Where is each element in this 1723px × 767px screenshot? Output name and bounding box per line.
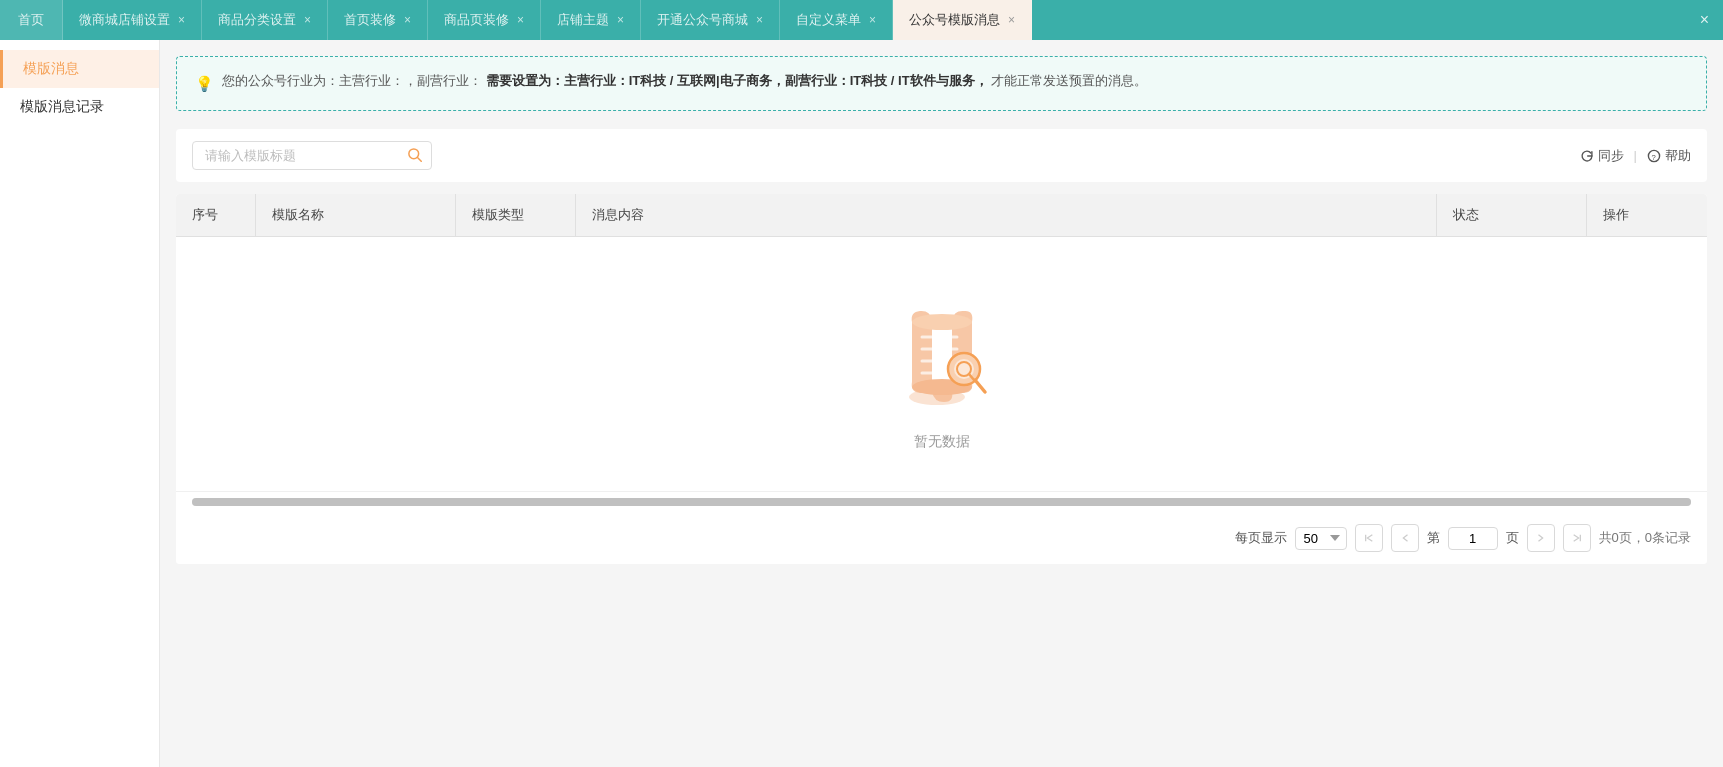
sync-button[interactable]: 同步 bbox=[1580, 147, 1624, 165]
search-actions-bar: 同步 | ? 帮助 bbox=[176, 129, 1707, 182]
sync-icon bbox=[1580, 149, 1594, 163]
tab-close-homepage-decor[interactable]: × bbox=[404, 13, 411, 27]
help-icon: ? bbox=[1647, 149, 1661, 163]
tab-close-category-settings[interactable]: × bbox=[304, 13, 311, 27]
search-icon[interactable] bbox=[407, 147, 422, 165]
svg-point-5 bbox=[912, 314, 972, 330]
scrollbar-thumb bbox=[192, 498, 1691, 506]
data-table: 序号 模版名称 模版类型 消息内容 状态 操作 bbox=[176, 194, 1707, 564]
tab-bar: 首页 微商城店铺设置 × 商品分类设置 × 首页装修 × 商品页装修 × 店铺主… bbox=[0, 0, 1723, 40]
tab-close-open-wechat-shop[interactable]: × bbox=[756, 13, 763, 27]
tab-close-template-msg[interactable]: × bbox=[1008, 13, 1015, 27]
notice-suffix: 才能正常发送预置的消息。 bbox=[991, 73, 1147, 88]
content-area: 💡 您的公众号行业为：主营行业：，副营行业： 需要设置为：主营行业：IT科技 /… bbox=[160, 40, 1723, 767]
page-size-label: 每页显示 bbox=[1235, 529, 1287, 547]
tab-close-shop-settings[interactable]: × bbox=[178, 13, 185, 27]
tab-bar-close-all[interactable]: × bbox=[1686, 0, 1723, 40]
tab-home[interactable]: 首页 bbox=[0, 0, 63, 40]
search-input[interactable] bbox=[192, 141, 432, 170]
svg-line-13 bbox=[975, 380, 985, 392]
tab-shop-settings[interactable]: 微商城店铺设置 × bbox=[63, 0, 202, 40]
notice-highlight: 需要设置为：主营行业：IT科技 / 互联网|电子商务，副营行业：IT科技 / I… bbox=[486, 73, 988, 88]
table-header: 序号 模版名称 模版类型 消息内容 状态 操作 bbox=[176, 194, 1707, 237]
help-label: 帮助 bbox=[1665, 147, 1691, 165]
help-button[interactable]: ? 帮助 bbox=[1647, 147, 1691, 165]
tab-product-decor[interactable]: 商品页装修 × bbox=[428, 0, 541, 40]
empty-state: 暂无数据 bbox=[176, 237, 1707, 491]
notice-icon: 💡 bbox=[195, 72, 214, 96]
page-size-select[interactable]: 10 20 50 100 bbox=[1295, 527, 1347, 550]
page-unit: 页 bbox=[1506, 529, 1519, 547]
tab-homepage-decor[interactable]: 首页装修 × bbox=[328, 0, 428, 40]
page-size-select-wrap: 10 20 50 100 bbox=[1295, 527, 1347, 550]
scrollbar-track bbox=[192, 498, 1691, 506]
svg-text:?: ? bbox=[1652, 152, 1656, 161]
page-last-button[interactable] bbox=[1563, 524, 1591, 552]
sidebar: 模版消息 模版消息记录 bbox=[0, 40, 160, 767]
empty-illustration bbox=[882, 297, 1002, 417]
pagination-bar: 每页显示 10 20 50 100 第 页 bbox=[176, 512, 1707, 564]
page-next-button[interactable] bbox=[1527, 524, 1555, 552]
actions-right: 同步 | ? 帮助 bbox=[1580, 147, 1691, 165]
search-input-wrap bbox=[192, 141, 432, 170]
scrollbar-area[interactable] bbox=[176, 491, 1707, 512]
notice-banner: 💡 您的公众号行业为：主营行业：，副营行业： 需要设置为：主营行业：IT科技 /… bbox=[176, 56, 1707, 111]
main-layout: 模版消息 模版消息记录 💡 您的公众号行业为：主营行业：，副营行业： 需要设置为… bbox=[0, 40, 1723, 767]
tab-close-product-decor[interactable]: × bbox=[517, 13, 524, 27]
tab-custom-menu[interactable]: 自定义菜单 × bbox=[780, 0, 893, 40]
notice-prefix: 您的公众号行业为：主营行业：，副营行业： bbox=[222, 73, 482, 88]
col-type: 模版类型 bbox=[456, 194, 576, 236]
tab-shop-theme[interactable]: 店铺主题 × bbox=[541, 0, 641, 40]
page-input[interactable] bbox=[1448, 527, 1498, 550]
empty-text: 暂无数据 bbox=[914, 433, 970, 451]
page-prev-button[interactable] bbox=[1391, 524, 1419, 552]
page-label: 第 bbox=[1427, 529, 1440, 547]
divider: | bbox=[1634, 148, 1637, 163]
col-index: 序号 bbox=[176, 194, 256, 236]
sync-label: 同步 bbox=[1598, 147, 1624, 165]
sidebar-item-template-msg[interactable]: 模版消息 bbox=[0, 50, 159, 88]
tab-template-msg[interactable]: 公众号模版消息 × bbox=[893, 0, 1032, 40]
sidebar-item-template-msg-record[interactable]: 模版消息记录 bbox=[0, 88, 159, 126]
col-status: 状态 bbox=[1437, 194, 1587, 236]
page-first-button[interactable] bbox=[1355, 524, 1383, 552]
col-name: 模版名称 bbox=[256, 194, 456, 236]
tab-close-custom-menu[interactable]: × bbox=[869, 13, 876, 27]
page-total: 共0页，0条记录 bbox=[1599, 529, 1691, 547]
tab-open-wechat-shop[interactable]: 开通公众号商城 × bbox=[641, 0, 780, 40]
tab-category-settings[interactable]: 商品分类设置 × bbox=[202, 0, 328, 40]
col-action: 操作 bbox=[1587, 194, 1707, 236]
svg-line-1 bbox=[418, 157, 422, 161]
tab-close-shop-theme[interactable]: × bbox=[617, 13, 624, 27]
col-content: 消息内容 bbox=[576, 194, 1437, 236]
